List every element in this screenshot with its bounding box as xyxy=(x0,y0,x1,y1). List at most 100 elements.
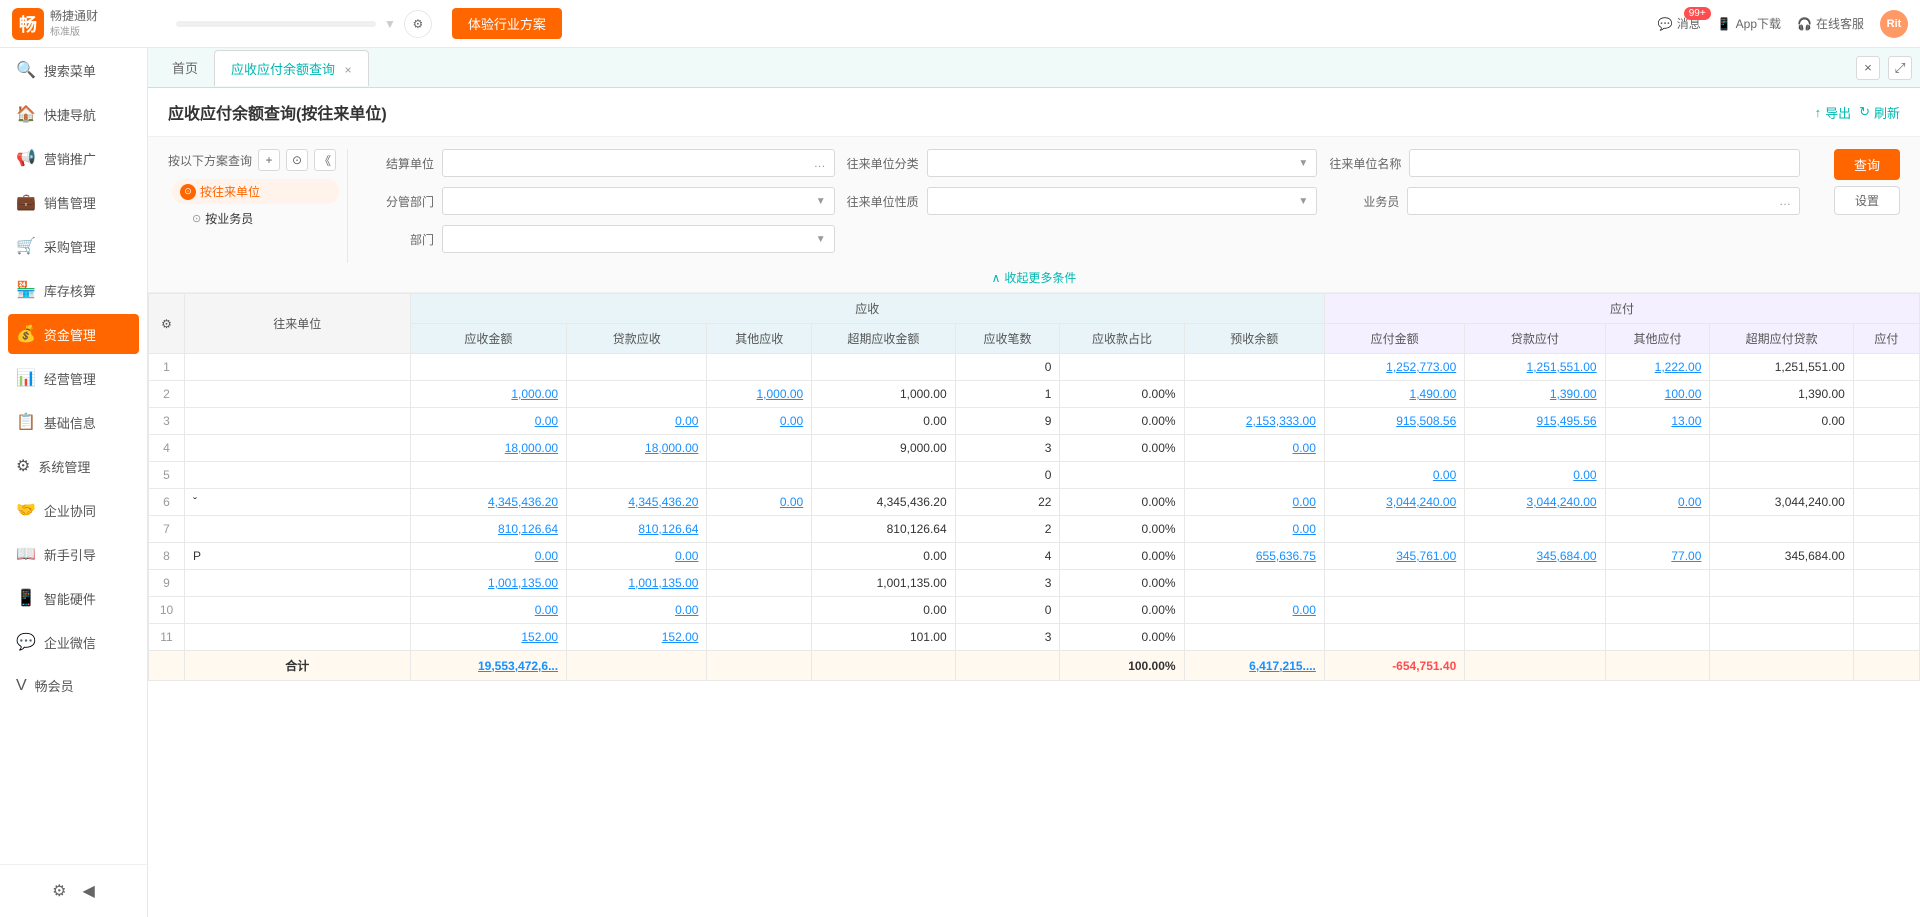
table-settings-header[interactable]: ⚙ xyxy=(149,294,185,354)
sidebar-item-purchase[interactable]: 🛒 采购管理 xyxy=(0,224,147,268)
search-icon: 🔍 xyxy=(16,60,36,80)
table-ap-group-header: 应付 xyxy=(1324,294,1919,324)
tab-bar: 首页 应收应付余额查询 × × ⤢ xyxy=(148,48,1920,88)
table-row: 21,000.001,000.001,000.0010.00%1,490.001… xyxy=(149,381,1920,408)
message-icon: 💬 xyxy=(1658,17,1673,31)
sales-icon: 💼 xyxy=(16,192,36,212)
summary-label: 合计 xyxy=(185,651,411,681)
online-service-btn[interactable]: 🎧 在线客服 xyxy=(1797,15,1864,32)
field-partner-nature: 往来单位性质 ▼ xyxy=(847,187,1318,215)
summary-ar-amount[interactable]: 19,553,472,6... xyxy=(410,651,566,681)
gear-settings-btn[interactable]: ⚙ xyxy=(404,10,432,38)
industry-solution-btn[interactable]: 体验行业方案 xyxy=(452,8,562,39)
sidebar-item-basic[interactable]: 📋 基础信息 xyxy=(0,400,147,444)
table-row: 500.000.00 xyxy=(149,462,1920,489)
col-ap-other: 其他应付 xyxy=(1605,324,1710,354)
tab-home[interactable]: 首页 xyxy=(156,50,214,85)
logo-area: 畅 畅捷通财 标准版 xyxy=(12,8,160,40)
table-container: ⚙ 往来单位 应收 应付 xyxy=(148,293,1920,681)
col-ar-other: 其他应收 xyxy=(707,324,812,354)
tab-bar-right: × ⤢ xyxy=(1856,56,1912,80)
sidebar-item-sales[interactable]: 💼 销售管理 xyxy=(0,180,147,224)
sidebar-item-hardware[interactable]: 📱 智能硬件 xyxy=(0,576,147,620)
dept-manage-input[interactable]: ▼ xyxy=(442,187,835,215)
page-area: 应收应付余额查询(按往来单位) ↑ 导出 ↻ 刷新 xyxy=(148,88,1920,917)
table-row: 101,252,773.001,251,551.001,222.001,251,… xyxy=(149,354,1920,381)
col-ar-count: 应收笔数 xyxy=(955,324,1060,354)
logo-icon: 畅 xyxy=(12,8,44,40)
dept-input[interactable]: ▼ xyxy=(442,225,835,253)
user-menu-btn[interactable]: Rit xyxy=(1880,10,1908,38)
collapse-scheme-btn[interactable]: 《 xyxy=(314,149,336,171)
download-icon: 📱 xyxy=(1717,17,1732,31)
marketing-icon: 📢 xyxy=(16,148,36,168)
sidebar: 🔍 搜索菜单 🏠 快捷导航 📢 营销推广 💼 销售管理 🛒 采购管理 🏪 库存核… xyxy=(0,48,148,917)
sidebar-bottom: ⚙ ◀ xyxy=(0,864,147,917)
sidebar-item-finance[interactable]: 💰 资金管理 xyxy=(8,314,139,354)
partner-nature-input[interactable]: ▼ xyxy=(927,187,1318,215)
table-row: 100.000.000.0000.00%0.00 xyxy=(149,597,1920,624)
table-row: 91,001,135.001,001,135.001,001,135.0030.… xyxy=(149,570,1920,597)
basic-icon: 📋 xyxy=(16,412,36,432)
message-btn[interactable]: 💬 消息 99+ xyxy=(1658,15,1701,32)
inventory-icon: 🏪 xyxy=(16,280,36,300)
col-ap-loan: 贷款应付 xyxy=(1465,324,1605,354)
col-ar-amount: 应收金额 xyxy=(410,324,566,354)
partner-name-input[interactable] xyxy=(1409,149,1800,177)
partner-category-input[interactable]: ▼ xyxy=(927,149,1318,177)
top-header: 畅 畅捷通财 标准版 ▼ ⚙ 体验行业方案 💬 消息 99+ 📱 App下载 🎧… xyxy=(0,0,1920,48)
collapse-icon: ∧ xyxy=(992,271,1001,285)
settlement-unit-input[interactable]: … xyxy=(442,149,835,177)
tab-ar-ap-query[interactable]: 应收应付余额查询 × xyxy=(214,50,369,86)
sidebar-item-operation[interactable]: 📊 经营管理 xyxy=(0,356,147,400)
scheme-by-partner[interactable]: ⊙ 按往来单位 xyxy=(172,179,339,204)
summary-ap-amount: -654,751.40 xyxy=(1324,651,1464,681)
scheme-by-staff[interactable]: ⊙ 按业务员 xyxy=(172,206,339,231)
system-icon: ⚙ xyxy=(16,456,30,476)
sidebar-item-quick-nav[interactable]: 🏠 快捷导航 xyxy=(0,92,147,136)
tab-maximize-btn[interactable]: ⤢ xyxy=(1888,56,1912,80)
sidebar-item-enterprise[interactable]: 🤝 企业协同 xyxy=(0,488,147,532)
sidebar-settings-btn[interactable]: ⚙ xyxy=(52,881,66,901)
sidebar-collapse-btn[interactable]: ◀ xyxy=(83,881,95,901)
logo-sub: 标准版 xyxy=(50,23,98,38)
wechat-icon: 💬 xyxy=(16,632,36,652)
set-btn[interactable]: 设置 xyxy=(1834,186,1900,215)
hardware-icon: 📱 xyxy=(16,588,36,608)
sidebar-item-wechat[interactable]: 💬 企业微信 xyxy=(0,620,147,664)
salesman-input[interactable]: … xyxy=(1407,187,1800,215)
refresh-icon: ↻ xyxy=(1859,104,1870,120)
add-scheme-btn[interactable]: + xyxy=(258,149,280,171)
finance-icon: 💰 xyxy=(16,324,36,344)
main-content: 首页 应收应付余额查询 × × ⤢ 应收应付余额查询(按往来单位) ↑ 导出 xyxy=(148,48,1920,917)
sidebar-item-search-menu[interactable]: 🔍 搜索菜单 xyxy=(0,48,147,92)
logo-text: 畅捷通财 xyxy=(50,9,98,23)
col-ar-ratio: 应收款占比 xyxy=(1060,324,1184,354)
scheme-icon-partner: ⊙ xyxy=(180,184,196,200)
member-icon: V xyxy=(16,677,27,695)
field-dept: 部门 ▼ xyxy=(364,225,835,253)
operation-icon: 📊 xyxy=(16,368,36,388)
tab-close-btn[interactable]: × xyxy=(345,63,352,77)
breadcrumb-path xyxy=(176,21,376,27)
user-avatar: Rit xyxy=(1880,10,1908,38)
collapse-bar[interactable]: ∧ 收起更多条件 xyxy=(168,263,1900,292)
refresh-btn[interactable]: ↻ 刷新 xyxy=(1859,103,1900,122)
sidebar-item-guide[interactable]: 📖 新手引导 xyxy=(0,532,147,576)
summary-ar-advance[interactable]: 6,417,215.... xyxy=(1184,651,1324,681)
sidebar-item-marketing[interactable]: 📢 营销推广 xyxy=(0,136,147,180)
export-btn[interactable]: ↑ 导出 xyxy=(1815,103,1852,122)
query-btn[interactable]: 查询 xyxy=(1834,149,1900,180)
service-icon: 🎧 xyxy=(1797,17,1812,31)
app-download-btn[interactable]: 📱 App下载 xyxy=(1717,15,1781,32)
summary-ar-ratio: 100.00% xyxy=(1060,651,1184,681)
sidebar-item-member[interactable]: V 畅会员 xyxy=(0,664,147,707)
sidebar-item-system[interactable]: ⚙ 系统管理 xyxy=(0,444,147,488)
tab-close-window-btn[interactable]: × xyxy=(1856,56,1880,80)
field-settlement-unit: 结算单位 … xyxy=(364,149,835,177)
edit-scheme-btn[interactable]: ⊙ xyxy=(286,149,308,171)
sidebar-item-inventory[interactable]: 🏪 库存核算 xyxy=(0,268,147,312)
filter-wrapper: 按以下方案查询 + ⊙ 《 ⊙ 按往来单位 xyxy=(148,137,1920,681)
table-row: 8P0.000.000.0040.00%655,636.75345,761.00… xyxy=(149,543,1920,570)
field-salesman: 业务员 … xyxy=(1329,187,1800,215)
